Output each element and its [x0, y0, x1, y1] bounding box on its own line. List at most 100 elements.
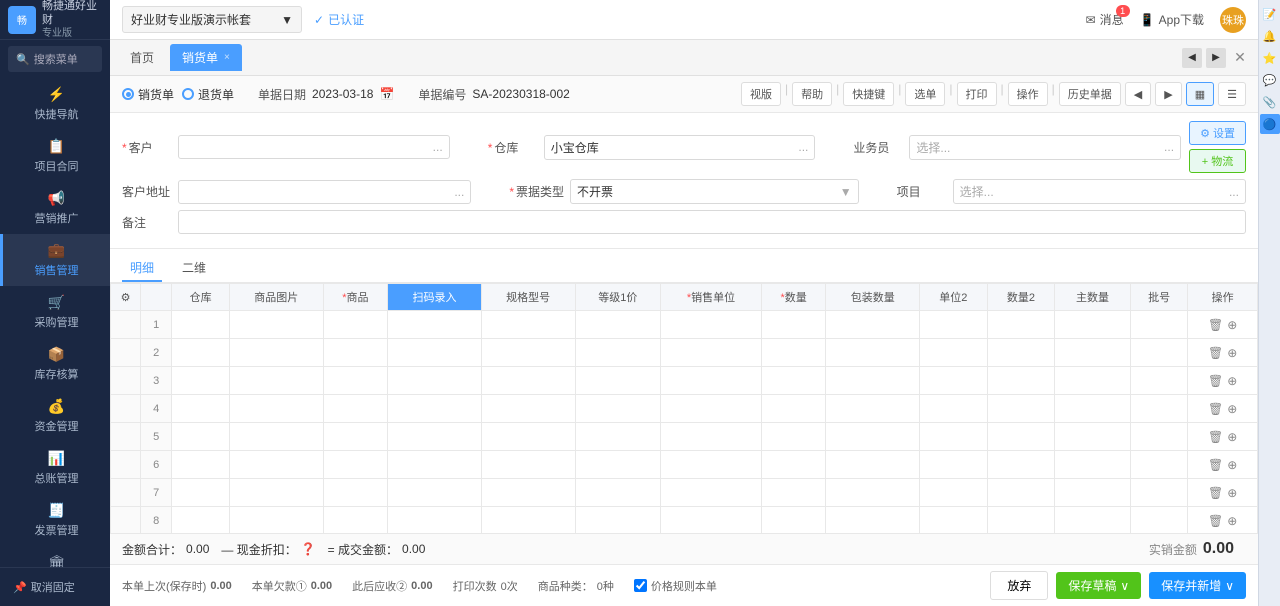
row-qty2-1[interactable] [987, 311, 1055, 339]
sales-order-tab[interactable]: 销货单 × [170, 44, 242, 71]
user-avatar[interactable]: 珠珠 [1220, 7, 1246, 33]
row-spec-3[interactable] [481, 367, 575, 395]
row-barcode-7[interactable] [388, 479, 482, 507]
row-product-1[interactable] [323, 311, 388, 339]
row-pack-qty-7[interactable] [826, 479, 920, 507]
project-input[interactable]: 选择... ... [953, 179, 1246, 204]
row-qty-7[interactable] [761, 479, 826, 507]
table-settings-col[interactable]: ⚙ [111, 284, 141, 311]
row-copy-8[interactable]: ⊕ [1227, 514, 1237, 528]
row-warehouse-4[interactable] [172, 395, 230, 423]
select-btn[interactable]: 选单 [905, 82, 945, 106]
row-grade-price-4[interactable] [575, 395, 661, 423]
row-product-img-4[interactable] [229, 395, 323, 423]
row-copy-3[interactable]: ⊕ [1227, 374, 1237, 388]
row-qty-5[interactable] [761, 423, 826, 451]
customer-picker-icon[interactable]: ... [433, 140, 443, 154]
row-sales-unit-2[interactable] [661, 339, 762, 367]
grid-view-btn[interactable]: ▦ [1186, 82, 1214, 106]
row-product-img-3[interactable] [229, 367, 323, 395]
row-main-qty-2[interactable] [1055, 339, 1131, 367]
row-qty-2[interactable] [761, 339, 826, 367]
row-copy-7[interactable]: ⊕ [1227, 486, 1237, 500]
history-btn[interactable]: 历史单据 [1059, 82, 1121, 106]
row-qty-1[interactable] [761, 311, 826, 339]
tab-close-button[interactable]: ✕ [1230, 48, 1250, 68]
row-batch-1[interactable] [1130, 311, 1188, 339]
sidebar-item-inventory[interactable]: 📦 库存核算 [0, 338, 110, 390]
sidebar-item-quick-nav[interactable]: ⚡ 快捷导航 [0, 78, 110, 130]
row-qty2-2[interactable] [987, 339, 1055, 367]
company-selector[interactable]: 好业财专业版演示帐套 ▼ [122, 6, 302, 33]
warehouse-input[interactable]: 小宝仓库 ... [544, 135, 816, 160]
row-unit2-7[interactable] [920, 479, 988, 507]
row-main-qty-1[interactable] [1055, 311, 1131, 339]
sidebar-item-marketing[interactable]: 📢 营销推广 [0, 182, 110, 234]
row-product-7[interactable] [323, 479, 388, 507]
right-panel-icon-5[interactable]: 📎 [1260, 92, 1280, 112]
version-btn[interactable]: 视版 [741, 82, 781, 106]
row-barcode-3[interactable] [388, 367, 482, 395]
row-product-img-6[interactable] [229, 451, 323, 479]
row-delete-3[interactable]: 🗑 [1208, 374, 1223, 388]
row-pack-qty-4[interactable] [826, 395, 920, 423]
row-spec-6[interactable] [481, 451, 575, 479]
sidebar-item-project[interactable]: 📋 项目合同 [0, 130, 110, 182]
set-button[interactable]: ⚙ 设置 [1189, 121, 1246, 145]
row-batch-3[interactable] [1130, 367, 1188, 395]
row-batch-4[interactable] [1130, 395, 1188, 423]
row-qty2-7[interactable] [987, 479, 1055, 507]
row-product-img-5[interactable] [229, 423, 323, 451]
sidebar-item-purchase[interactable]: 🛒 采购管理 [0, 286, 110, 338]
sidebar-item-sales[interactable]: 💼 销售管理 [0, 234, 110, 286]
price-rule-check[interactable] [634, 579, 647, 592]
row-product-8[interactable] [323, 507, 388, 534]
row-unit2-1[interactable] [920, 311, 988, 339]
row-unit2-6[interactable] [920, 451, 988, 479]
row-unit2-5[interactable] [920, 423, 988, 451]
row-pack-qty-6[interactable] [826, 451, 920, 479]
row-product-6[interactable] [323, 451, 388, 479]
col-barcode[interactable]: 扫码录入 [388, 284, 482, 311]
row-spec-8[interactable] [481, 507, 575, 534]
row-grade-price-3[interactable] [575, 367, 661, 395]
row-copy-1[interactable]: ⊕ [1227, 318, 1237, 332]
calendar-icon[interactable]: 📅 [379, 87, 394, 101]
operation-btn[interactable]: 操作 [1008, 82, 1048, 106]
row-warehouse-2[interactable] [172, 339, 230, 367]
row-grade-price-8[interactable] [575, 507, 661, 534]
row-batch-2[interactable] [1130, 339, 1188, 367]
row-qty-3[interactable] [761, 367, 826, 395]
sidebar-item-ledger[interactable]: 📊 总账管理 [0, 442, 110, 494]
row-sales-unit-3[interactable] [661, 367, 762, 395]
row-sales-unit-6[interactable] [661, 451, 762, 479]
sidebar-item-tax[interactable]: 🏛 税务管理 [0, 546, 110, 567]
row-qty2-4[interactable] [987, 395, 1055, 423]
shortcut-btn[interactable]: 快捷键 [843, 82, 894, 106]
row-warehouse-5[interactable] [172, 423, 230, 451]
row-spec-2[interactable] [481, 339, 575, 367]
toolbar-next-btn[interactable]: ▶ [1155, 82, 1181, 106]
customer-input[interactable]: ... [178, 135, 450, 159]
row-product-3[interactable] [323, 367, 388, 395]
invoice-select[interactable]: 不开票 ▼ [570, 179, 859, 204]
row-sales-unit-7[interactable] [661, 479, 762, 507]
row-qty2-5[interactable] [987, 423, 1055, 451]
row-spec-1[interactable] [481, 311, 575, 339]
row-spec-7[interactable] [481, 479, 575, 507]
tab-2d[interactable]: 二维 [174, 255, 214, 282]
row-delete-1[interactable]: 🗑 [1208, 318, 1223, 332]
row-pack-qty-3[interactable] [826, 367, 920, 395]
row-sales-unit-1[interactable] [661, 311, 762, 339]
toolbar-prev-btn[interactable]: ◀ [1125, 82, 1151, 106]
row-barcode-6[interactable] [388, 451, 482, 479]
row-product-img-2[interactable] [229, 339, 323, 367]
row-grade-price-6[interactable] [575, 451, 661, 479]
row-main-qty-5[interactable] [1055, 423, 1131, 451]
row-copy-2[interactable]: ⊕ [1227, 346, 1237, 360]
row-grade-price-2[interactable] [575, 339, 661, 367]
warehouse-picker-icon[interactable]: ... [798, 140, 808, 154]
row-delete-8[interactable]: 🗑 [1208, 514, 1223, 528]
row-sales-unit-5[interactable] [661, 423, 762, 451]
row-product-4[interactable] [323, 395, 388, 423]
